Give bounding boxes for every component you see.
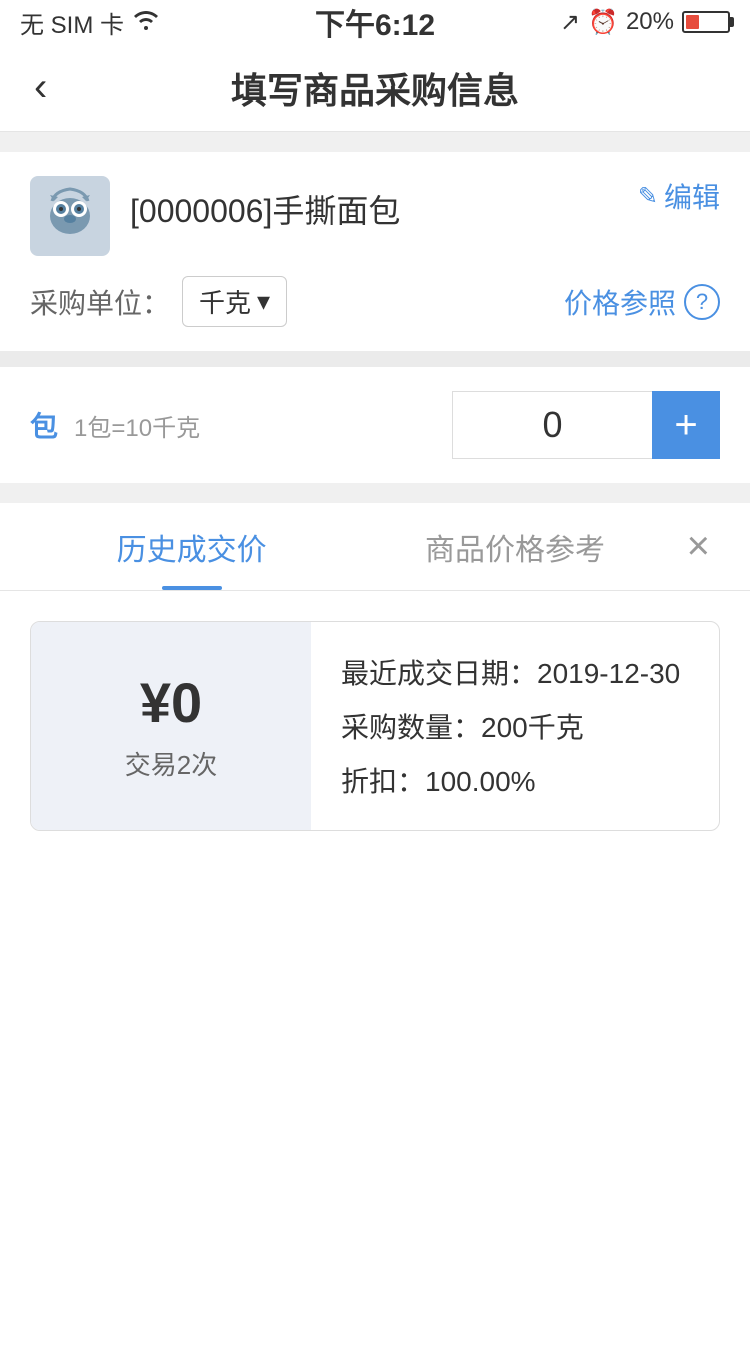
tab-price-ref-label: 商品价格参考 <box>425 525 605 569</box>
battery-percent: 20% <box>626 8 674 36</box>
wifi-icon <box>132 8 160 37</box>
close-button[interactable]: × <box>677 514 720 579</box>
back-button[interactable]: ‹ <box>24 55 57 120</box>
edit-button[interactable]: ✎ 编辑 <box>638 176 720 216</box>
history-last-date: 最近成交日期：2019-12-30 <box>341 652 689 692</box>
product-top: [0000006]手撕面包 ✎ 编辑 <box>30 176 720 256</box>
history-detail-panel: 最近成交日期：2019-12-30 采购数量：200千克 折扣：100.00% <box>311 622 719 830</box>
product-thumbnail <box>30 176 110 256</box>
status-left: 无 SIM 卡 <box>20 5 160 40</box>
tab-bar: 历史成交价 商品价格参考 × <box>0 503 750 591</box>
product-name: [0000006]手撕面包 <box>130 176 400 232</box>
tab-price-ref[interactable]: 商品价格参考 <box>353 503 676 590</box>
tab-history-price[interactable]: 历史成交价 <box>30 503 353 590</box>
unit-section: 采购单位： 千克 ▾ <box>30 276 287 327</box>
bottom-panel: 历史成交价 商品价格参考 × ¥0 交易2次 最近成交日期：2019-12-30… <box>0 503 750 1361</box>
history-section: ¥0 交易2次 最近成交日期：2019-12-30 采购数量：200千克 折扣：… <box>0 591 750 861</box>
battery-icon <box>682 11 730 33</box>
quantity-control: + <box>452 391 720 459</box>
status-right: ↗ ⏰ 20% <box>560 8 730 37</box>
page-title: 填写商品采购信息 <box>231 62 519 114</box>
main-content-area <box>0 861 750 1361</box>
carrier-text: 无 SIM 卡 <box>20 5 124 40</box>
quantity-label: 包 1包=10千克 <box>30 405 200 445</box>
edit-label: 编辑 <box>664 176 720 216</box>
history-discount: 折扣：100.00% <box>341 760 689 800</box>
purchase-qty-value: 200千克 <box>481 712 584 743</box>
product-info: [0000006]手撕面包 <box>30 176 400 256</box>
alarm-icon: ⏰ <box>588 8 618 37</box>
section-divider <box>0 351 750 367</box>
history-count: 交易2次 <box>125 745 217 782</box>
quantity-plus-button[interactable]: + <box>652 391 720 459</box>
status-bar: 无 SIM 卡 下午6:12 ↗ ⏰ 20% <box>0 0 750 44</box>
quantity-input[interactable] <box>452 391 652 459</box>
product-bottom: 采购单位： 千克 ▾ 价格参照 ? <box>30 276 720 327</box>
unit-label: 采购单位： <box>30 282 170 322</box>
status-time: 下午6:12 <box>315 0 435 44</box>
product-owl-icon <box>40 181 100 251</box>
price-ref-label: 价格参照 <box>564 282 676 322</box>
product-card: [0000006]手撕面包 ✎ 编辑 采购单位： 千克 ▾ 价格参照 ? <box>0 152 750 351</box>
history-card: ¥0 交易2次 最近成交日期：2019-12-30 采购数量：200千克 折扣：… <box>30 621 720 831</box>
tab-active-indicator <box>162 586 222 590</box>
location-icon: ↗ <box>560 8 580 37</box>
price-ref-button[interactable]: 价格参照 ? <box>564 282 720 322</box>
history-purchase-qty: 采购数量：200千克 <box>341 706 689 746</box>
quantity-row: 包 1包=10千克 + <box>0 367 750 483</box>
help-icon: ? <box>684 284 720 320</box>
chevron-down-icon: ▾ <box>257 286 270 317</box>
unit-badge: 包 <box>30 405 58 445</box>
last-date-value: 2019-12-30 <box>537 658 680 689</box>
last-date-label: 最近成交日期： <box>341 658 537 689</box>
history-price-panel: ¥0 交易2次 <box>31 622 311 830</box>
discount-value: 100.00% <box>425 766 536 797</box>
unit-select[interactable]: 千克 ▾ <box>182 276 287 327</box>
tab-history-price-label: 历史成交价 <box>117 525 267 569</box>
edit-icon: ✎ <box>638 182 658 211</box>
purchase-qty-label: 采购数量： <box>341 712 481 743</box>
history-price: ¥0 <box>140 670 202 735</box>
header: ‹ 填写商品采购信息 <box>0 44 750 132</box>
unit-note: 1包=10千克 <box>74 408 200 443</box>
unit-value: 千克 <box>199 283 251 320</box>
discount-label: 折扣： <box>341 766 425 797</box>
